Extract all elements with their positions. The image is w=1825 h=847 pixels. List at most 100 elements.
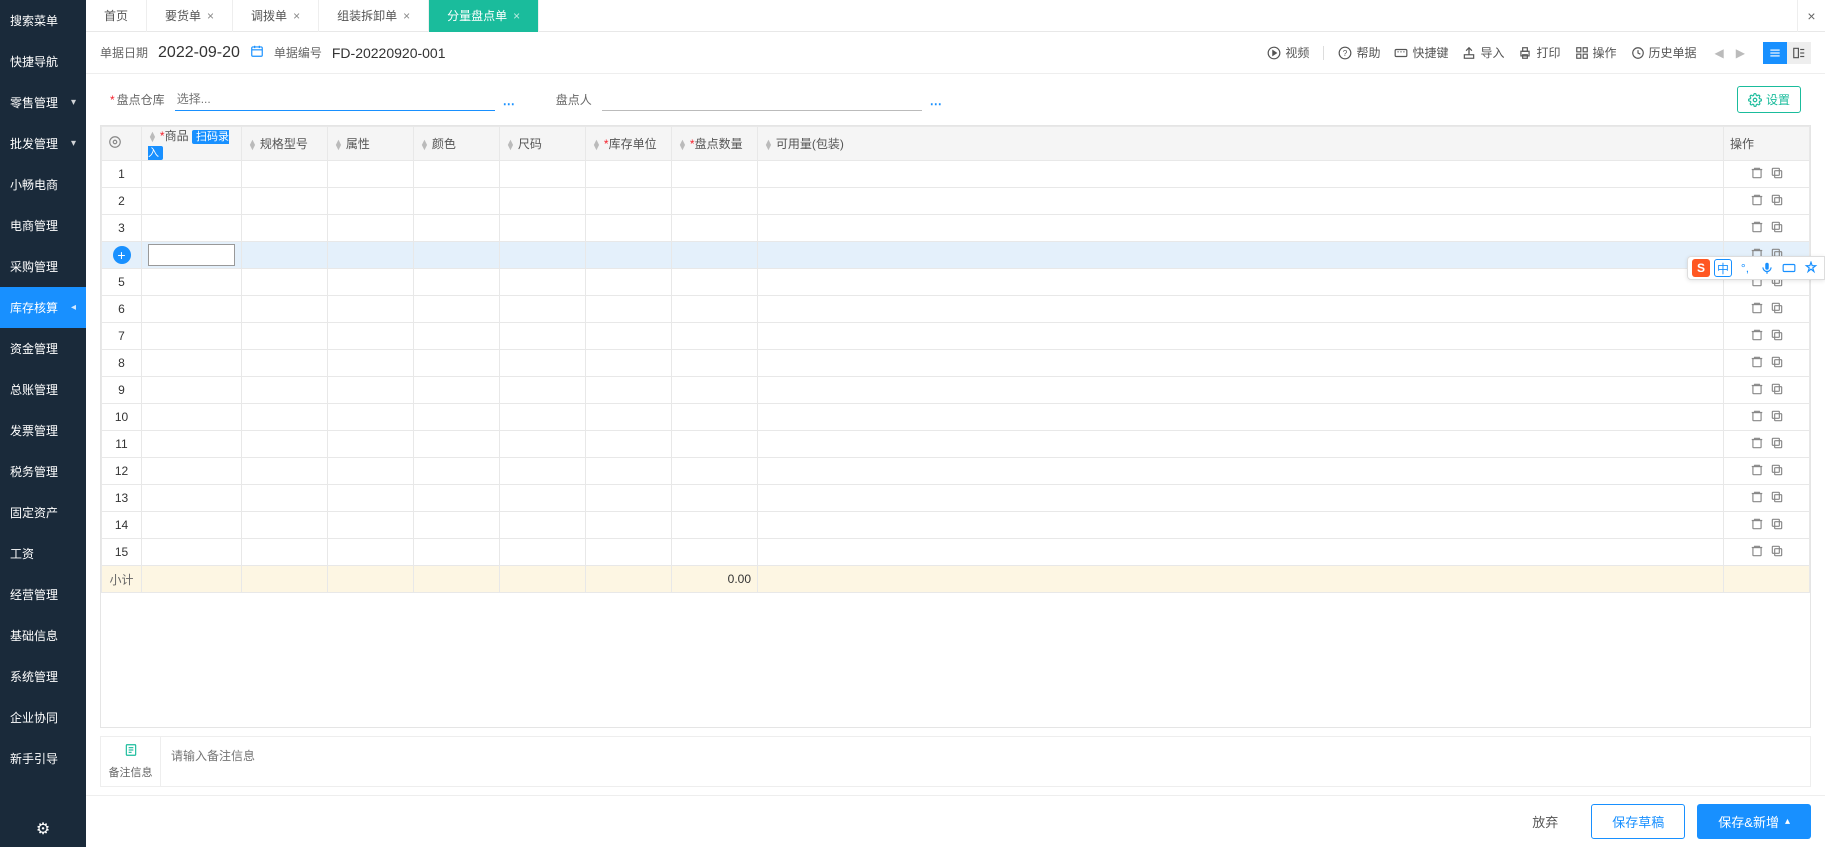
cell-color[interactable] (414, 215, 500, 242)
cell-product[interactable] (142, 188, 242, 215)
cell-product[interactable] (142, 458, 242, 485)
delete-row-icon[interactable] (1750, 355, 1764, 369)
view-list-icon[interactable] (1763, 42, 1787, 64)
cell-product[interactable] (142, 377, 242, 404)
copy-row-icon[interactable] (1770, 301, 1784, 315)
cell-size[interactable] (500, 188, 586, 215)
col-unit[interactable]: ▲▼*库存单位 (586, 127, 672, 161)
cell-spec[interactable] (242, 269, 328, 296)
cell-qty[interactable] (672, 458, 758, 485)
table-row[interactable]: 2 (102, 188, 1810, 215)
cell-spec[interactable] (242, 404, 328, 431)
table-row[interactable]: 9 (102, 377, 1810, 404)
cell-attr[interactable] (328, 269, 414, 296)
cell-avail[interactable] (758, 512, 1724, 539)
cell-size[interactable] (500, 323, 586, 350)
cell-size[interactable] (500, 377, 586, 404)
cell-unit[interactable] (586, 296, 672, 323)
video-link[interactable]: 视频 (1267, 44, 1309, 61)
product-input[interactable] (148, 244, 235, 266)
cell-spec[interactable] (242, 350, 328, 377)
table-row[interactable]: 5 (102, 269, 1810, 296)
sidebar-item-13[interactable]: 工资 (0, 533, 86, 574)
delete-row-icon[interactable] (1750, 490, 1764, 504)
cell-attr[interactable] (328, 323, 414, 350)
cell-avail[interactable] (758, 431, 1724, 458)
table-row[interactable]: 13 (102, 485, 1810, 512)
ime-mic-icon[interactable] (1758, 259, 1776, 277)
cell-qty[interactable] (672, 323, 758, 350)
shortcut-link[interactable]: 快捷键 (1394, 44, 1448, 61)
table-row[interactable]: 8 (102, 350, 1810, 377)
tab-4[interactable]: 分量盘点单× (429, 0, 539, 32)
cell-spec[interactable] (242, 512, 328, 539)
cell-avail[interactable] (758, 161, 1724, 188)
col-product[interactable]: ▲▼*商品 扫码录入 (142, 127, 242, 161)
view-detail-icon[interactable] (1787, 42, 1811, 64)
cell-unit[interactable] (586, 404, 672, 431)
delete-row-icon[interactable] (1750, 463, 1764, 477)
copy-row-icon[interactable] (1770, 166, 1784, 180)
cell-product[interactable] (142, 296, 242, 323)
cell-product[interactable] (142, 539, 242, 566)
sidebar-item-15[interactable]: 基础信息 (0, 615, 86, 656)
sidebar-item-10[interactable]: 发票管理 (0, 410, 86, 451)
cell-attr[interactable] (328, 404, 414, 431)
cell-qty[interactable] (672, 512, 758, 539)
cell-unit[interactable] (586, 539, 672, 566)
ime-tray[interactable]: S 中 °, (1687, 256, 1825, 280)
cell-size[interactable] (500, 485, 586, 512)
delete-row-icon[interactable] (1750, 436, 1764, 450)
import-link[interactable]: 导入 (1462, 44, 1504, 61)
cell-avail[interactable] (758, 269, 1724, 296)
cell-unit[interactable] (586, 485, 672, 512)
cell-qty[interactable] (672, 485, 758, 512)
cell-attr[interactable] (328, 377, 414, 404)
tab-1[interactable]: 要货单× (147, 0, 233, 32)
cell-avail[interactable] (758, 296, 1724, 323)
sidebar-item-5[interactable]: 电商管理 (0, 205, 86, 246)
cell-unit[interactable] (586, 512, 672, 539)
close-icon[interactable]: × (513, 9, 520, 23)
table-row[interactable]: 7 (102, 323, 1810, 350)
cell-product[interactable] (142, 404, 242, 431)
cell-size[interactable] (500, 539, 586, 566)
copy-row-icon[interactable] (1770, 490, 1784, 504)
help-link[interactable]: ?帮助 (1338, 44, 1380, 61)
close-icon[interactable]: × (207, 9, 214, 23)
cell-spec[interactable] (242, 431, 328, 458)
cell-qty[interactable] (672, 431, 758, 458)
cell-qty[interactable] (672, 350, 758, 377)
cell-qty[interactable] (672, 404, 758, 431)
sidebar-item-2[interactable]: 零售管理▾ (0, 82, 86, 123)
cell-unit[interactable] (586, 350, 672, 377)
cell-unit[interactable] (586, 377, 672, 404)
cell-attr[interactable] (328, 458, 414, 485)
sidebar-item-7[interactable]: 库存核算◂ (0, 287, 86, 328)
delete-row-icon[interactable] (1750, 517, 1764, 531)
table-row[interactable]: 14 (102, 512, 1810, 539)
delete-row-icon[interactable] (1750, 166, 1764, 180)
col-spec[interactable]: ▲▼规格型号 (242, 127, 328, 161)
cell-spec[interactable] (242, 161, 328, 188)
cell-qty[interactable] (672, 215, 758, 242)
cell-product[interactable] (142, 242, 242, 269)
cell-color[interactable] (414, 404, 500, 431)
cell-avail[interactable] (758, 377, 1724, 404)
copy-row-icon[interactable] (1770, 463, 1784, 477)
cell-color[interactable] (414, 485, 500, 512)
table-row[interactable]: 3 (102, 215, 1810, 242)
table-row[interactable]: 6 (102, 296, 1810, 323)
cell-unit[interactable] (586, 269, 672, 296)
col-size[interactable]: ▲▼尺码 (500, 127, 586, 161)
ime-punct-icon[interactable]: °, (1736, 259, 1754, 277)
sidebar-item-17[interactable]: 企业协同 (0, 697, 86, 738)
cell-unit[interactable] (586, 458, 672, 485)
sidebar-item-16[interactable]: 系统管理 (0, 656, 86, 697)
sidebar-item-6[interactable]: 采购管理 (0, 246, 86, 287)
cell-avail[interactable] (758, 188, 1724, 215)
close-all-tabs-icon[interactable]: × (1797, 0, 1825, 32)
cell-qty[interactable] (672, 242, 758, 269)
cell-product[interactable] (142, 161, 242, 188)
cell-avail[interactable] (758, 404, 1724, 431)
